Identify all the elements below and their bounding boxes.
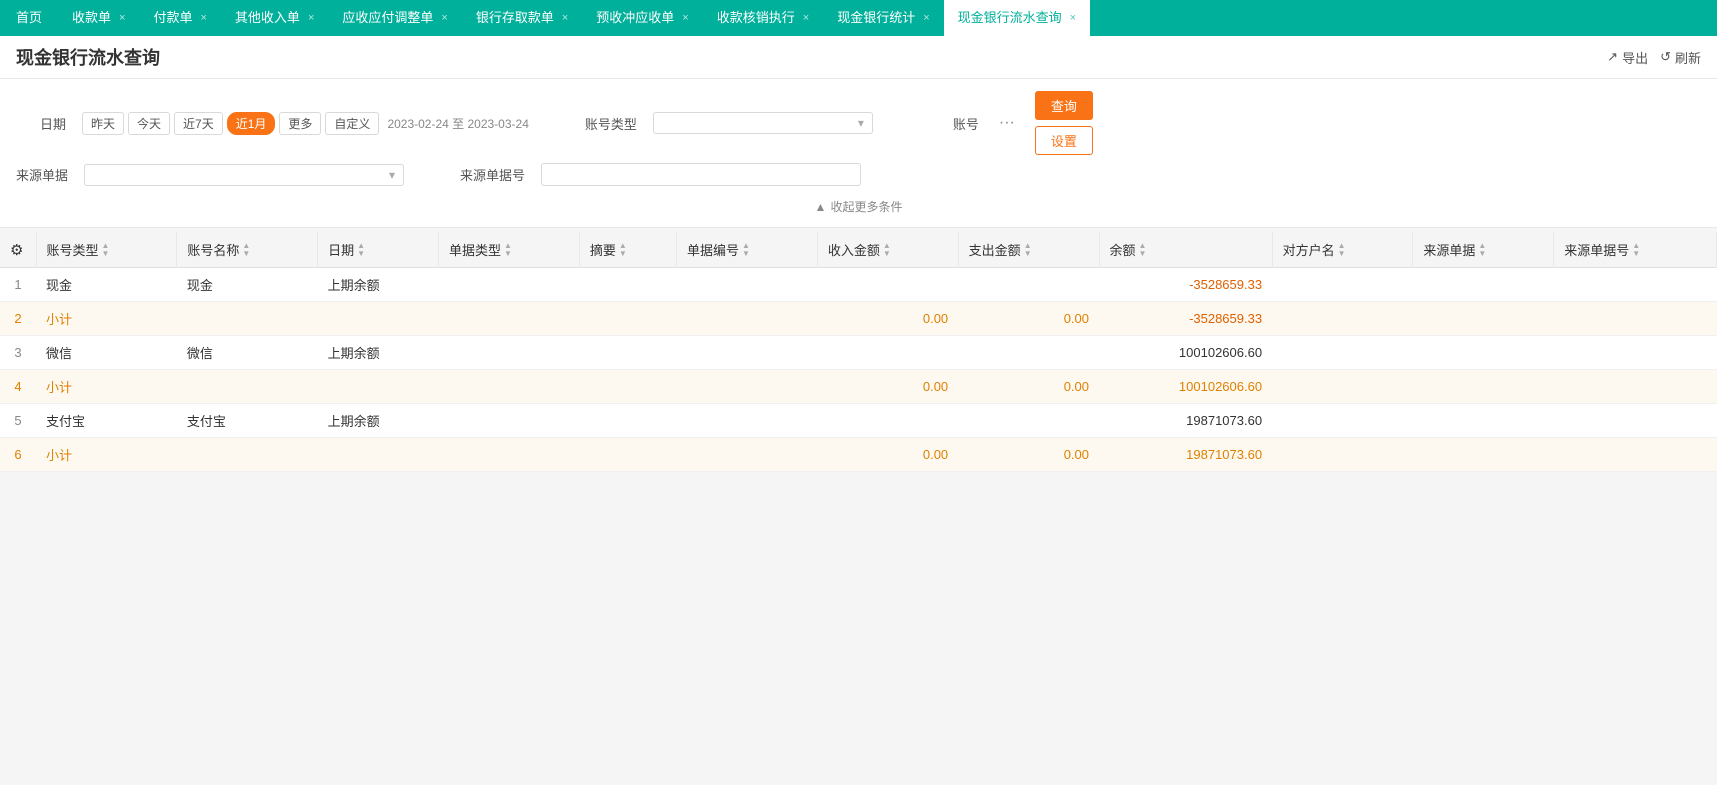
sort-arrows-source-doc-no: ▲▼	[1632, 242, 1640, 258]
table-row: 2小计0.000.00-3528659.33	[0, 302, 1717, 336]
th-account-name[interactable]: 账号名称 ▲▼	[177, 232, 318, 268]
source-doc-no-input[interactable]	[541, 163, 861, 186]
close-tab-payment-icon[interactable]: ×	[200, 0, 206, 36]
th-balance[interactable]: 余额 ▲▼	[1099, 232, 1272, 268]
th-summary[interactable]: 摘要 ▲▼	[579, 232, 676, 268]
tab-collection-verify[interactable]: 收款核销执行 ×	[703, 0, 823, 36]
collapse-filter-bar[interactable]: ▲ 收起更多条件	[16, 194, 1701, 219]
data-table: ⚙ 账号类型 ▲▼ 账号名称 ▲▼ 日期	[0, 232, 1717, 472]
date-filter-label: 日期	[16, 114, 66, 133]
close-tab-cash-bank-stats-icon[interactable]: ×	[923, 0, 929, 36]
refresh-button[interactable]: ↺ 刷新	[1660, 48, 1701, 67]
date-btn-7days[interactable]: 近7天	[174, 112, 223, 135]
th-date[interactable]: 日期 ▲▼	[318, 232, 439, 268]
export-button[interactable]: ↗ 导出	[1607, 48, 1648, 67]
close-tab-other-income-icon[interactable]: ×	[308, 0, 314, 36]
th-doc-type[interactable]: 单据类型 ▲▼	[438, 232, 579, 268]
close-tab-collection-verify-icon[interactable]: ×	[803, 0, 809, 36]
sort-arrows-expense: ▲▼	[1024, 242, 1032, 258]
page-header: 现金银行流水查询 ↗ 导出 ↺ 刷新	[0, 36, 1717, 79]
table-row: 4小计0.000.00100102606.60	[0, 370, 1717, 404]
table-header-row: ⚙ 账号类型 ▲▼ 账号名称 ▲▼ 日期	[0, 232, 1717, 268]
tab-prepay-offset[interactable]: 预收冲应收单 ×	[582, 0, 702, 36]
tab-receivable[interactable]: 收款单 ×	[58, 0, 139, 36]
tab-bank-deposit[interactable]: 银行存取款单 ×	[462, 0, 582, 36]
filter-row-2: 来源单据 ▾ 来源单据号	[16, 163, 1701, 186]
query-button[interactable]: 查询	[1035, 91, 1093, 120]
table-row: 1现金现金上期余额-3528659.33	[0, 268, 1717, 302]
date-btn-yesterday[interactable]: 昨天	[82, 112, 124, 135]
date-btn-more[interactable]: 更多	[279, 112, 321, 135]
close-tab-bank-deposit-icon[interactable]: ×	[562, 0, 568, 36]
close-tab-ar-ap-adjust-icon[interactable]: ×	[441, 0, 447, 36]
th-expense[interactable]: 支出金额 ▲▼	[958, 232, 1099, 268]
sort-arrows-income: ▲▼	[883, 242, 891, 258]
tab-cash-bank-flow[interactable]: 现金银行流水查询 ×	[944, 0, 1090, 36]
sort-arrows-account-name: ▲▼	[242, 242, 250, 258]
header-actions: ↗ 导出 ↺ 刷新	[1607, 48, 1701, 67]
th-doc-no[interactable]: 单据编号 ▲▼	[677, 232, 818, 268]
filter-area: 日期 昨天 今天 近7天 近1月 更多 自定义 2023-02-24 至 202…	[0, 79, 1717, 228]
table-row: 6小计0.000.0019871073.60	[0, 438, 1717, 472]
sort-arrows-source-doc: ▲▼	[1478, 242, 1486, 258]
close-tab-prepay-offset-icon[interactable]: ×	[682, 0, 688, 36]
tab-payment[interactable]: 付款单 ×	[139, 0, 220, 36]
settings-button[interactable]: 设置	[1035, 126, 1093, 155]
export-icon: ↗	[1607, 49, 1618, 65]
sort-arrows-doc-no: ▲▼	[742, 242, 750, 258]
source-doc-chevron-icon: ▾	[389, 168, 395, 182]
sort-arrows-date: ▲▼	[357, 242, 365, 258]
sort-arrows-counter-party: ▲▼	[1338, 242, 1346, 258]
top-navigation: 首页 收款单 × 付款单 × 其他收入单 × 应收应付调整单 × 银行存取款单 …	[0, 0, 1717, 36]
tab-ar-ap-adjust[interactable]: 应收应付调整单 ×	[328, 0, 461, 36]
date-btn-custom[interactable]: 自定义	[325, 112, 379, 135]
source-doc-select[interactable]: ▾	[84, 164, 404, 186]
th-account-type[interactable]: 账号类型 ▲▼	[36, 232, 177, 268]
th-source-doc[interactable]: 来源单据 ▲▼	[1413, 232, 1554, 268]
sort-arrows-balance: ▲▼	[1139, 242, 1147, 258]
account-type-label: 账号类型	[585, 114, 637, 133]
tab-cash-bank-stats[interactable]: 现金银行统计 ×	[823, 0, 943, 36]
filter-row-1: 日期 昨天 今天 近7天 近1月 更多 自定义 2023-02-24 至 202…	[16, 91, 1701, 155]
th-counter-party[interactable]: 对方户名 ▲▼	[1272, 232, 1413, 268]
account-label: 账号	[929, 114, 979, 133]
tab-other-income[interactable]: 其他收入单 ×	[221, 0, 328, 36]
close-tab-cash-bank-flow-icon[interactable]: ×	[1070, 0, 1076, 36]
account-type-select[interactable]: ▾	[653, 112, 873, 134]
th-source-doc-no[interactable]: 来源单据号 ▲▼	[1554, 232, 1717, 268]
source-doc-label: 来源单据	[16, 165, 68, 184]
account-more-button[interactable]: ···	[995, 114, 1019, 132]
data-table-container: ⚙ 账号类型 ▲▼ 账号名称 ▲▼ 日期	[0, 232, 1717, 472]
close-tab-receivable-icon[interactable]: ×	[119, 0, 125, 36]
date-btn-1month[interactable]: 近1月	[227, 112, 276, 135]
chevron-down-icon: ▾	[858, 116, 864, 130]
sort-arrows-summary: ▲▼	[619, 242, 627, 258]
th-settings[interactable]: ⚙	[0, 232, 36, 268]
table-row: 3微信微信上期余额100102606.60	[0, 336, 1717, 370]
source-doc-no-label: 来源单据号	[460, 165, 525, 184]
date-filter-buttons: 昨天 今天 近7天 近1月 更多 自定义 2023-02-24 至 2023-0…	[82, 112, 529, 135]
home-nav-item[interactable]: 首页	[0, 0, 58, 36]
collapse-icon: ▲	[815, 200, 827, 214]
collapse-label: 收起更多条件	[830, 198, 902, 215]
query-actions: 查询 设置	[1035, 91, 1093, 155]
table-body: 1现金现金上期余额-3528659.332小计0.000.00-3528659.…	[0, 268, 1717, 472]
date-range-display: 2023-02-24 至 2023-03-24	[387, 115, 528, 132]
page-title: 现金银行流水查询	[16, 44, 160, 70]
table-row: 5支付宝支付宝上期余额19871073.60	[0, 404, 1717, 438]
date-btn-today[interactable]: 今天	[128, 112, 170, 135]
sort-arrows-account-type: ▲▼	[102, 242, 110, 258]
th-income[interactable]: 收入金额 ▲▼	[817, 232, 958, 268]
refresh-icon: ↺	[1660, 49, 1671, 65]
settings-gear-icon: ⚙	[10, 242, 23, 259]
sort-arrows-doc-type: ▲▼	[504, 242, 512, 258]
